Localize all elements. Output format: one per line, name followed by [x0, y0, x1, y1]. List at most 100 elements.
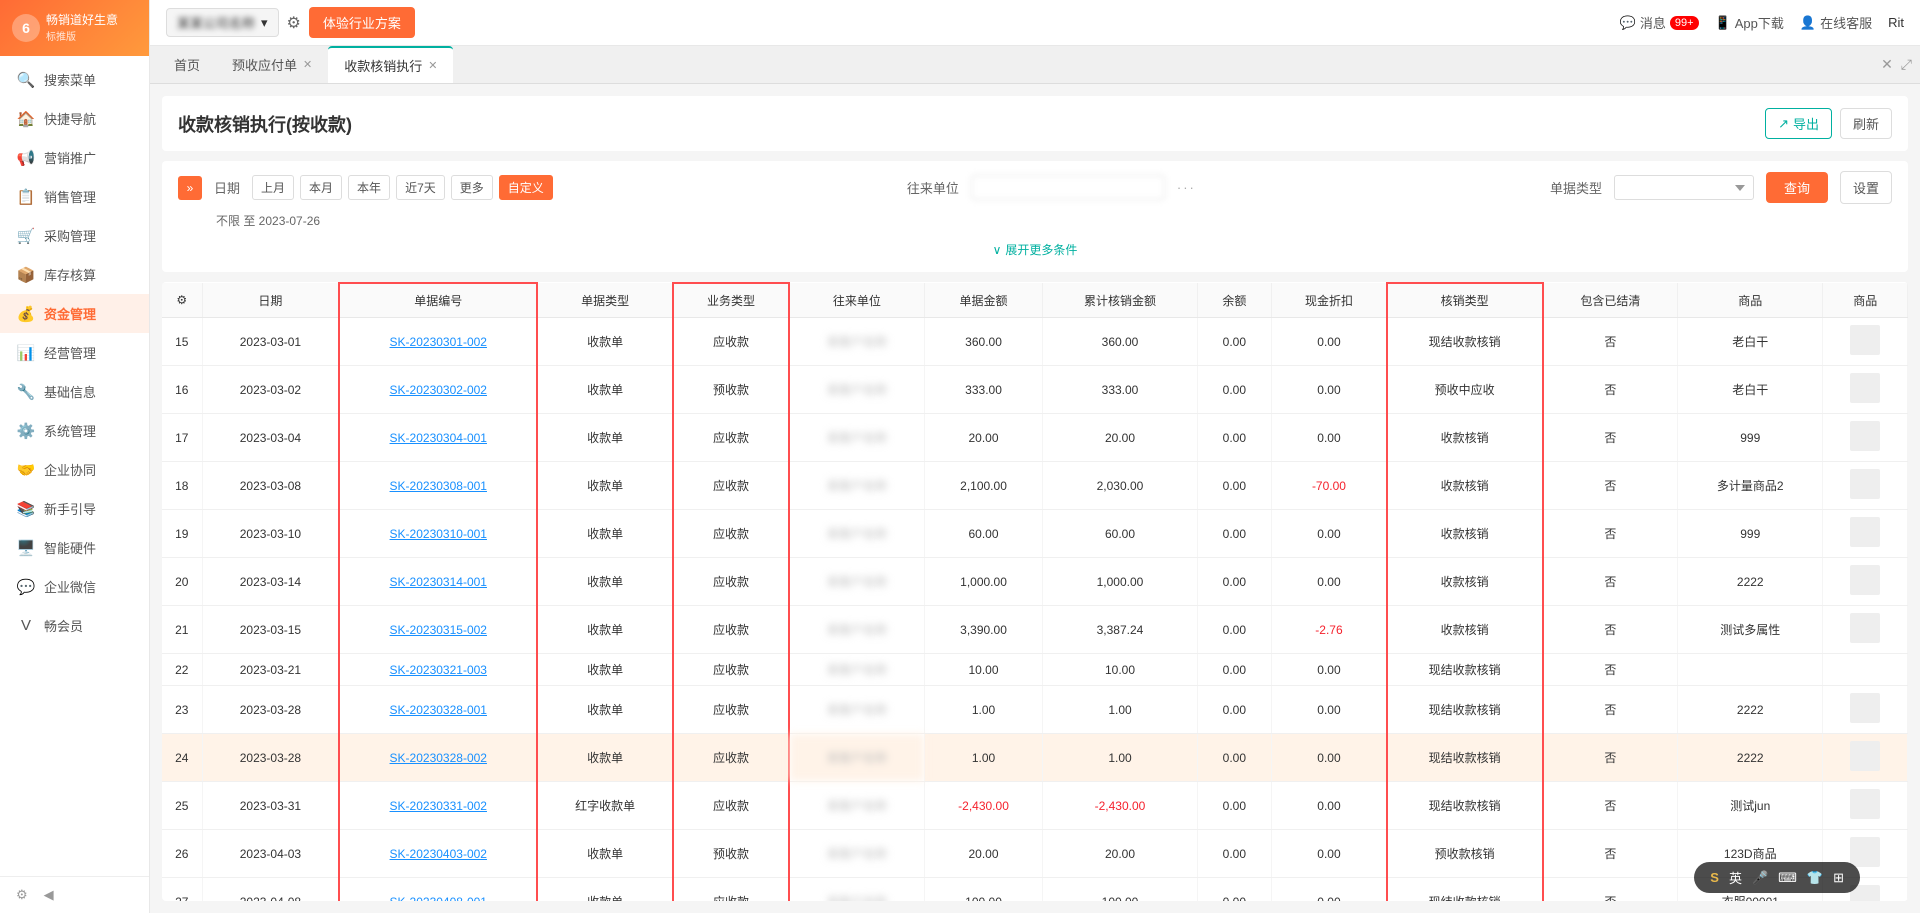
tab-prepay-close[interactable]: ✕	[303, 58, 312, 71]
cell-bill-no[interactable]: SK-20230314-001	[339, 558, 537, 606]
tab-prepay[interactable]: 预收应付单 ✕	[216, 46, 328, 83]
sidebar-item-basic[interactable]: 🔧 基础信息	[0, 372, 149, 411]
cell-partner: 某客户名称	[789, 878, 924, 902]
sidebar-item-search[interactable]: 🔍 搜索菜单	[0, 60, 149, 99]
query-btn[interactable]: 查询	[1766, 172, 1828, 203]
sidebar-item-guide[interactable]: 📚 新手引导	[0, 489, 149, 528]
cell-bill-no[interactable]: SK-20230328-002	[339, 734, 537, 782]
cell-cumulative: 1.00	[1043, 686, 1197, 734]
expand-more-row[interactable]: ∨ 展开更多条件	[178, 237, 1892, 262]
tab-expand-icon[interactable]: ⤢	[1901, 56, 1912, 73]
date-btn-this-year[interactable]: 本年	[348, 175, 390, 200]
sidebar-item-sales[interactable]: 📋 销售管理	[0, 177, 149, 216]
sidebar-item-enterprise[interactable]: 🤝 企业协同	[0, 450, 149, 489]
table-row[interactable]: 17 2023-03-04 SK-20230304-001 收款单 应收款 某客…	[162, 414, 1908, 462]
nav-icon-search: 🔍	[16, 71, 36, 89]
cell-biz-type: 应收款	[673, 510, 789, 558]
date-btn-custom[interactable]: 自定义	[499, 175, 553, 200]
date-btn-last-month[interactable]: 上月	[252, 175, 294, 200]
sidebar-item-hardware[interactable]: 🖥️ 智能硬件	[0, 528, 149, 567]
org-selector[interactable]: 某某公司名称 ▾	[166, 8, 279, 37]
col-settings[interactable]: ⚙	[162, 283, 202, 318]
cell-bill-no[interactable]: SK-20230403-002	[339, 830, 537, 878]
collapse-icon[interactable]: ◀	[44, 887, 54, 903]
tab-collection-close[interactable]: ✕	[428, 59, 437, 72]
cell-verify-type: 收款核销	[1387, 462, 1543, 510]
sidebar-item-quicknav[interactable]: 🏠 快捷导航	[0, 99, 149, 138]
filter-date-label: 日期	[214, 178, 240, 197]
date-btn-more[interactable]: 更多	[451, 175, 493, 200]
tab-collection[interactable]: 收款核销执行 ✕	[328, 46, 453, 83]
cell-include-settled: 否	[1543, 462, 1678, 510]
cell-cash-discount: 0.00	[1272, 654, 1387, 686]
filter-expand-arrow[interactable]: »	[178, 176, 202, 200]
cell-bill-no[interactable]: SK-20230321-003	[339, 654, 537, 686]
table-row[interactable]: 23 2023-03-28 SK-20230328-001 收款单 应收款 某客…	[162, 686, 1908, 734]
sidebar-item-member[interactable]: V 畅会员	[0, 606, 149, 645]
refresh-btn[interactable]: 刷新	[1840, 108, 1892, 139]
table-row[interactable]: 24 2023-03-28 SK-20230328-002 收款单 应收款 某客…	[162, 734, 1908, 782]
filter-partner-input[interactable]	[971, 175, 1165, 200]
tab-home[interactable]: 首页	[158, 46, 216, 83]
page-area: 收款核销执行(按收款) ↗ 导出 刷新 » 日期 上月 本月 本年 近7天 更多	[150, 84, 1920, 913]
cell-date: 2023-03-01	[202, 318, 339, 366]
cell-bill-no[interactable]: SK-20230304-001	[339, 414, 537, 462]
table-row[interactable]: 25 2023-03-31 SK-20230331-002 红字收款单 应收款 …	[162, 782, 1908, 830]
cell-bill-no[interactable]: SK-20230302-002	[339, 366, 537, 414]
sidebar-item-wechat[interactable]: 💬 企业微信	[0, 567, 149, 606]
cell-amount: 1.00	[924, 734, 1043, 782]
col-settings-icon[interactable]: ⚙	[176, 293, 187, 307]
export-icon: ↗	[1778, 116, 1789, 132]
settings-icon[interactable]: ⚙	[16, 887, 28, 903]
service-area[interactable]: 👤 在线客服	[1800, 13, 1872, 32]
cell-bill-no[interactable]: SK-20230328-001	[339, 686, 537, 734]
table-scroll[interactable]: ⚙ 日期 单据编号 单据类型 业务类型 往来单位 单据金额 累计核销金额 余额 …	[162, 282, 1908, 901]
table-row[interactable]: 27 2023-04-08 SK-20230408-001 收款单 应收款 某客…	[162, 878, 1908, 902]
cell-bill-no[interactable]: SK-20230331-002	[339, 782, 537, 830]
messages-area[interactable]: 💬 消息 99+	[1620, 13, 1699, 32]
table-row[interactable]: 19 2023-03-10 SK-20230310-001 收款单 应收款 某客…	[162, 510, 1908, 558]
tab-close-all-icon[interactable]: ✕	[1881, 56, 1893, 73]
table-row[interactable]: 21 2023-03-15 SK-20230315-002 收款单 应收款 某客…	[162, 606, 1908, 654]
date-btn-7days[interactable]: 近7天	[396, 175, 445, 200]
ime-grid-icon[interactable]: ⊞	[1833, 870, 1844, 886]
cell-goods2	[1823, 734, 1908, 782]
cell-balance: 0.00	[1197, 510, 1272, 558]
setting-btn[interactable]: 设置	[1840, 171, 1892, 204]
cell-date: 2023-03-31	[202, 782, 339, 830]
cell-bill-no[interactable]: SK-20230408-001	[339, 878, 537, 902]
ime-keyboard-icon[interactable]: ⌨	[1778, 870, 1797, 886]
filter-bill-type-select[interactable]	[1614, 175, 1754, 200]
export-btn[interactable]: ↗ 导出	[1765, 108, 1832, 139]
cell-bill-type: 收款单	[537, 366, 673, 414]
cell-include-settled: 否	[1543, 782, 1678, 830]
cell-verify-type: 现结收款核销	[1387, 782, 1543, 830]
sidebar-item-marketing[interactable]: 📢 营销推广	[0, 138, 149, 177]
cell-bill-no[interactable]: SK-20230308-001	[339, 462, 537, 510]
sidebar-item-purchase[interactable]: 🛒 采购管理	[0, 216, 149, 255]
table-row[interactable]: 15 2023-03-01 SK-20230301-002 收款单 应收款 某客…	[162, 318, 1908, 366]
table-row[interactable]: 16 2023-03-02 SK-20230302-002 收款单 预收款 某客…	[162, 366, 1908, 414]
app-download-area[interactable]: 📱 App下载	[1715, 13, 1784, 32]
sidebar-item-finance[interactable]: 💰 资金管理	[0, 294, 149, 333]
settings-gear-icon[interactable]: ⚙	[287, 13, 301, 33]
cell-bill-no[interactable]: SK-20230315-002	[339, 606, 537, 654]
industry-btn[interactable]: 体验行业方案	[309, 7, 415, 38]
sidebar-item-inventory[interactable]: 📦 库存核算	[0, 255, 149, 294]
cell-bill-no[interactable]: SK-20230301-002	[339, 318, 537, 366]
ime-voice-icon[interactable]: 🎤	[1752, 870, 1768, 886]
table-row[interactable]: 18 2023-03-08 SK-20230308-001 收款单 应收款 某客…	[162, 462, 1908, 510]
cell-date: 2023-03-04	[202, 414, 339, 462]
cell-verify-type: 现结收款核销	[1387, 318, 1543, 366]
ime-shirt-icon[interactable]: 👕	[1807, 870, 1823, 886]
table-row[interactable]: 20 2023-03-14 SK-20230314-001 收款单 应收款 某客…	[162, 558, 1908, 606]
cell-cash-discount: 0.00	[1272, 878, 1387, 902]
cell-goods2	[1823, 782, 1908, 830]
table-row[interactable]: 26 2023-04-03 SK-20230403-002 收款单 预收款 某客…	[162, 830, 1908, 878]
date-btn-this-month[interactable]: 本月	[300, 175, 342, 200]
table-row[interactable]: 22 2023-03-21 SK-20230321-003 收款单 应收款 某客…	[162, 654, 1908, 686]
sidebar-item-system[interactable]: ⚙️ 系统管理	[0, 411, 149, 450]
sidebar-item-operation[interactable]: 📊 经营管理	[0, 333, 149, 372]
user-name[interactable]: Rit	[1888, 15, 1904, 30]
cell-bill-no[interactable]: SK-20230310-001	[339, 510, 537, 558]
